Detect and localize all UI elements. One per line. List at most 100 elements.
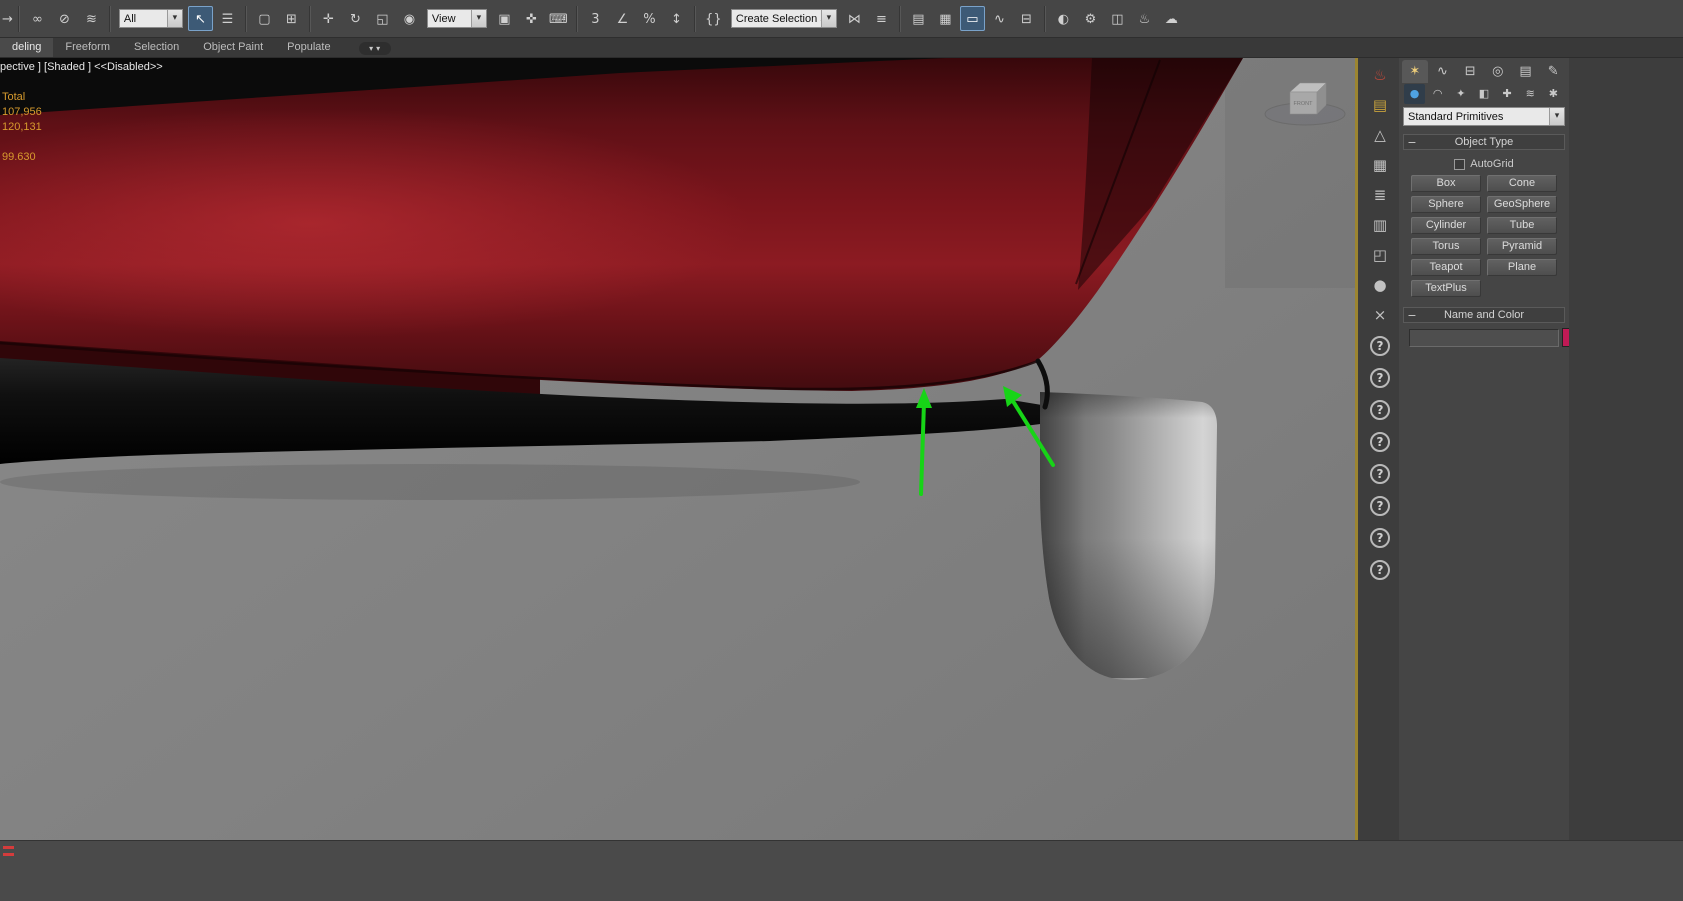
toggle-layer-explorer-button[interactable]: ▦ [933, 6, 958, 31]
snaps-toggle-button[interactable]: 3 [583, 6, 608, 31]
tab-utilities[interactable]: ✎ [1540, 60, 1566, 83]
checker-icon[interactable]: ▦ [1368, 153, 1392, 177]
keyboard-shortcut-override-toggle[interactable]: ⌨ [546, 6, 571, 31]
unlink-selection-button[interactable]: ⊘ [52, 6, 77, 31]
help-button[interactable]: ? [1370, 432, 1390, 452]
tab-motion[interactable]: ◎ [1485, 60, 1511, 83]
tab-display[interactable]: ▤ [1513, 60, 1539, 83]
object-name-field[interactable] [1409, 328, 1559, 347]
select-and-manipulate-button[interactable]: ✜ [519, 6, 544, 31]
toolbar-separator [898, 5, 901, 32]
primitive-button[interactable]: GeoSphere [1487, 196, 1557, 213]
folder-icon[interactable]: ▤ [1368, 93, 1392, 117]
mirror-button[interactable]: ⋈ [842, 6, 867, 31]
primitive-button[interactable]: Teapot [1411, 259, 1481, 276]
viewport-scene: FRONT [0, 58, 1355, 840]
spinner-snap-toggle[interactable]: ↕ [664, 6, 689, 31]
edit-named-selection-sets-button[interactable]: {} [701, 6, 726, 31]
primitive-button[interactable]: Plane [1487, 259, 1557, 276]
help-button[interactable]: ? [1370, 368, 1390, 388]
help-button[interactable]: ? [1370, 496, 1390, 516]
glyph: ⚙ [1084, 12, 1097, 27]
material-editor-button[interactable]: ◐ [1051, 6, 1076, 31]
select-and-move-button[interactable]: ✛ [316, 6, 341, 31]
rendered-frame-window-button[interactable]: ◫ [1105, 6, 1130, 31]
select-by-name-button[interactable]: ☰ [215, 6, 240, 31]
category-helpers[interactable]: ✚ [1497, 84, 1518, 104]
tab-hierarchy[interactable]: ⊟ [1457, 60, 1483, 83]
ribbon-tab[interactable]: Freeform [53, 38, 122, 57]
close-icon[interactable]: × [1368, 303, 1392, 327]
grid-icon[interactable]: ▥ [1368, 213, 1392, 237]
toggle-ribbon-button[interactable]: ▭ [959, 6, 985, 31]
curve-editor-button[interactable]: ∿ [987, 6, 1012, 31]
maxscript-mini-listener[interactable] [3, 846, 14, 856]
ribbon-tab[interactable]: Object Paint [191, 38, 275, 57]
select-and-link-button[interactable]: ∞ [25, 6, 50, 31]
percent-snap-toggle[interactable]: % [637, 6, 662, 31]
named-selection-sets-dropdown[interactable]: Create Selection Se ▾ [730, 9, 837, 28]
primitive-button[interactable]: Torus [1411, 238, 1481, 255]
angle-snap-toggle[interactable]: ∠ [610, 6, 635, 31]
viewport[interactable]: FRONT pective ] [Shaded ] <<Disabled>> T… [0, 58, 1358, 840]
select-and-rotate-button[interactable]: ↻ [343, 6, 368, 31]
category-geometry[interactable]: ● [1404, 84, 1426, 104]
primitive-button[interactable]: Cone [1487, 175, 1557, 192]
render-setup-button[interactable]: ⚙ [1078, 6, 1103, 31]
autogrid-checkbox[interactable] [1454, 158, 1466, 170]
help-button[interactable]: ? [1370, 464, 1390, 484]
help-button[interactable]: ? [1370, 528, 1390, 548]
category-cameras[interactable]: ◧ [1473, 84, 1494, 104]
redo-arrow-icon[interactable]: → [2, 11, 13, 27]
primitive-button[interactable]: Box [1411, 175, 1481, 192]
primitive-button[interactable]: Pyramid [1487, 238, 1557, 255]
schematic-view-button[interactable]: ⊟ [1014, 6, 1039, 31]
primitive-button[interactable]: Cylinder [1411, 217, 1481, 234]
category-shapes[interactable]: ◠ [1427, 84, 1448, 104]
subcategory-dropdown[interactable]: Standard Primitives ▾ [1403, 107, 1565, 126]
tab-create[interactable]: ✶ [1402, 60, 1428, 83]
help-button[interactable]: ? [1370, 336, 1390, 356]
rollout-title: Object Type [1454, 136, 1514, 148]
render-in-cloud-button[interactable]: ☁ [1159, 6, 1184, 31]
glyph: ≋ [85, 12, 97, 27]
tab-modify[interactable]: ∿ [1430, 60, 1456, 83]
glyph: ▤ [1372, 96, 1388, 114]
reference-coordinate-dropdown[interactable]: View ▾ [426, 9, 487, 28]
rectangular-selection-region-button[interactable]: ▢ [252, 6, 277, 31]
select-and-scale-button[interactable]: ◱ [370, 6, 395, 31]
ribbon-tab[interactable]: deling [0, 38, 54, 57]
primitive-button[interactable]: TextPlus [1411, 280, 1481, 297]
use-pivot-point-center-button[interactable]: ▣ [492, 6, 517, 31]
selection-filter-dropdown[interactable]: All ▾ [118, 9, 183, 28]
ribbon-tab[interactable]: Selection [122, 38, 191, 57]
glyph: ↖ [194, 12, 206, 27]
toggle-scene-explorer-button[interactable]: ▤ [906, 6, 931, 31]
help-button[interactable]: ? [1370, 400, 1390, 420]
select-object-button[interactable]: ↖ [187, 6, 213, 31]
category-lights[interactable]: ✦ [1450, 84, 1471, 104]
help-button[interactable]: ? [1370, 560, 1390, 580]
preset-icon[interactable]: ◰ [1368, 243, 1392, 267]
category-systems[interactable]: ✱ [1543, 84, 1564, 104]
teapot-icon[interactable]: ♨ [1368, 63, 1392, 87]
bind-to-space-warp-button[interactable]: ≋ [79, 6, 104, 31]
glyph: ● [1409, 87, 1420, 100]
category-space-warps[interactable]: ≋ [1520, 84, 1541, 104]
render-production-button[interactable]: ♨ [1132, 6, 1157, 31]
primitive-button[interactable]: Tube [1487, 217, 1557, 234]
name-and-color-rollout-header[interactable]: − Name and Color [1403, 307, 1565, 323]
ribbon-minimize-button[interactable]: ▾ ▾ [358, 42, 391, 55]
window-crossing-toggle[interactable]: ⊞ [279, 6, 304, 31]
empty-dock-area [1569, 58, 1683, 840]
ribbon-tab[interactable]: Populate [275, 38, 342, 57]
measure-icon[interactable]: △ [1368, 123, 1392, 147]
viewport-label[interactable]: pective ] [Shaded ] <<Disabled>> [0, 61, 163, 73]
select-and-place-button[interactable]: ◉ [397, 6, 422, 31]
object-type-rollout-header[interactable]: − Object Type [1403, 134, 1565, 150]
sphere-icon[interactable]: ● [1368, 273, 1392, 297]
layers-icon[interactable]: ≣ [1368, 183, 1392, 207]
align-button[interactable]: ≡ [869, 6, 894, 31]
primitive-button[interactable]: Sphere [1411, 196, 1481, 213]
glyph: ∠ [616, 12, 629, 27]
